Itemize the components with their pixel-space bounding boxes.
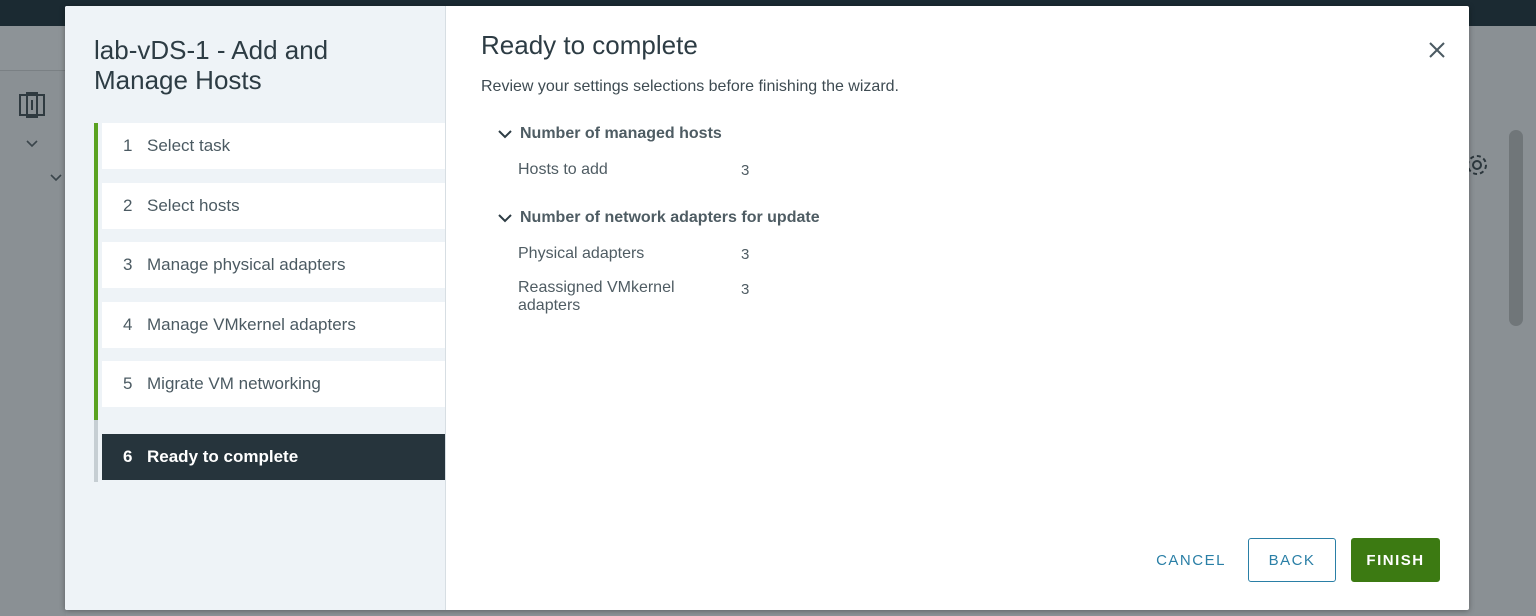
step-label: Manage physical adapters	[147, 255, 346, 274]
page-description: Review your settings selections before f…	[481, 78, 899, 95]
physical-adapters-value: 3	[741, 246, 750, 263]
step-number: 4	[123, 315, 133, 334]
step-number: 5	[123, 374, 133, 393]
reassigned-vmkernel-adapters-value: 3	[741, 281, 750, 298]
remaining-steps-rail	[94, 420, 98, 482]
step-ready-to-complete[interactable]: 6 Ready to complete	[102, 434, 445, 480]
page-title: Ready to complete	[481, 30, 698, 60]
step-select-task[interactable]: 1 Select task	[102, 123, 445, 169]
tree-chevron-down-icon	[50, 172, 62, 186]
step-label: Select task	[147, 136, 231, 155]
wizard-step-nav: lab-vDS-1 - Add and Manage Hosts 1 Selec…	[65, 6, 446, 610]
tree-chevron-down-icon	[26, 138, 38, 152]
step-label: Manage VMkernel adapters	[147, 315, 356, 334]
add-manage-hosts-wizard: lab-vDS-1 - Add and Manage Hosts 1 Selec…	[65, 6, 1469, 610]
wizard-title: lab-vDS-1 - Add and Manage Hosts	[94, 35, 329, 95]
section-network-adapters-toggle[interactable]: Number of network adapters for update	[498, 209, 820, 227]
section-heading: Number of managed hosts	[520, 125, 722, 142]
close-button[interactable]	[1424, 37, 1450, 63]
cancel-button[interactable]: CANCEL	[1141, 538, 1241, 582]
back-button[interactable]: BACK	[1248, 538, 1336, 582]
step-label: Select hosts	[147, 196, 240, 215]
completed-steps-rail	[94, 123, 98, 420]
step-label: Migrate VM networking	[147, 374, 321, 393]
step-manage-physical-adapters[interactable]: 3 Manage physical adapters	[102, 242, 445, 288]
inventory-icon	[18, 92, 48, 123]
finish-button[interactable]: FINISH	[1351, 538, 1440, 582]
step-migrate-vm-networking[interactable]: 5 Migrate VM networking	[102, 361, 445, 407]
reassigned-vmkernel-adapters-label: Reassigned VMkernel adapters	[518, 279, 675, 314]
step-number: 6	[123, 447, 133, 466]
step-label: Ready to complete	[147, 447, 299, 466]
hosts-to-add-value: 3	[741, 162, 750, 179]
section-heading: Number of network adapters for update	[520, 209, 820, 226]
step-number: 1	[123, 136, 133, 155]
chevron-down-icon	[498, 214, 512, 223]
hosts-to-add-label: Hosts to add	[518, 161, 608, 178]
step-select-hosts[interactable]: 2 Select hosts	[102, 183, 445, 229]
app-scrollbar	[1509, 130, 1523, 326]
app-right-panel	[1470, 26, 1536, 616]
step-manage-vmkernel-adapters[interactable]: 4 Manage VMkernel adapters	[102, 302, 445, 348]
close-icon	[1429, 42, 1445, 58]
section-managed-hosts-toggle[interactable]: Number of managed hosts	[498, 125, 722, 143]
step-number: 2	[123, 196, 133, 215]
wizard-content: Ready to complete Review your settings s…	[446, 6, 1469, 610]
physical-adapters-label: Physical adapters	[518, 245, 645, 262]
chevron-down-icon	[498, 130, 512, 139]
step-number: 3	[123, 255, 133, 274]
